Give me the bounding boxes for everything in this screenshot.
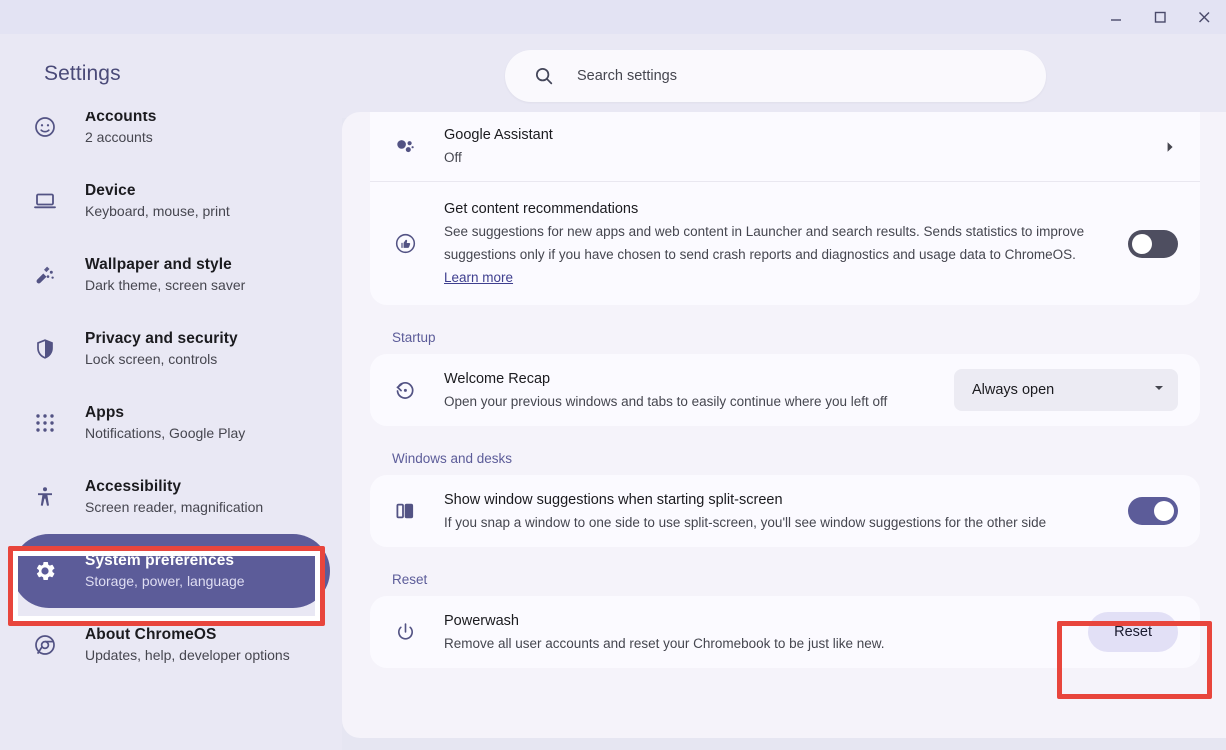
card-windows-and-desks: Show window suggestions when starting sp… — [370, 475, 1200, 547]
sidebar-item-label: Privacy and security — [85, 330, 238, 347]
wallpaper-brush-icon — [30, 263, 60, 287]
sidebar-item-system-preferences[interactable]: System preferences Storage, power, langu… — [12, 534, 330, 608]
main-content: Google Assistant Off Get content recomme… — [342, 112, 1226, 738]
toggle-knob — [1132, 233, 1152, 254]
sidebar-item-label: Device — [85, 182, 136, 199]
search-input[interactable]: Search settings — [505, 50, 1046, 102]
search-placeholder: Search settings — [577, 68, 677, 84]
row-title: Show window suggestions when starting sp… — [444, 491, 783, 508]
account-circle-icon — [30, 115, 60, 139]
welcome-recap-dropdown[interactable]: Always open — [954, 369, 1178, 411]
row-subtitle: Off — [444, 150, 462, 165]
split-screen-toggle[interactable] — [1128, 497, 1178, 525]
row-subtitle: If you snap a window to one side to use … — [444, 514, 1047, 530]
sidebar-item-accessibility[interactable]: Accessibility Screen reader, magnificati… — [12, 460, 330, 534]
section-label-reset: Reset — [392, 572, 428, 587]
laptop-icon — [30, 189, 60, 213]
sidebar-item-label: Accessibility — [85, 478, 182, 495]
row-title: Powerwash — [444, 612, 519, 629]
row-title: Welcome Recap — [444, 370, 551, 387]
page-title: Settings — [44, 62, 121, 85]
sidebar-item-label: Apps — [85, 404, 125, 421]
assistant-dots-icon — [388, 135, 422, 159]
sidebar-item-about-chromeos[interactable]: About ChromeOS Updates, help, developer … — [12, 608, 330, 682]
row-welcome-recap[interactable]: Welcome Recap Open your previous windows… — [370, 354, 1200, 426]
row-powerwash[interactable]: Powerwash Remove all user accounts and r… — [370, 596, 1200, 668]
card-startup: Welcome Recap Open your previous windows… — [370, 354, 1200, 426]
sidebar-item-privacy-and-security[interactable]: Privacy and security Lock screen, contro… — [12, 312, 330, 386]
sidebar-item-label: Wallpaper and style — [85, 256, 232, 273]
row-subtitle-text: See suggestions for new apps and web con… — [444, 224, 1085, 262]
sidebar-item-sublabel: Dark theme, screen saver — [85, 277, 246, 293]
sidebar-item-sublabel: Storage, power, language — [85, 573, 245, 589]
sidebar-item-device[interactable]: Device Keyboard, mouse, print — [12, 164, 330, 238]
thumb-up-circle-icon — [388, 232, 422, 255]
restore-history-icon — [388, 378, 422, 402]
content-scroll-area[interactable]: Google Assistant Off Get content recomme… — [342, 112, 1226, 738]
dropdown-selected-value: Always open — [972, 382, 1055, 398]
chevron-right-icon[interactable] — [1162, 139, 1178, 155]
learn-more-link[interactable]: Learn more — [444, 270, 513, 285]
sidebar-item-sublabel: Notifications, Google Play — [85, 425, 246, 441]
close-button[interactable] — [1182, 0, 1226, 34]
toggle-knob — [1154, 501, 1174, 521]
card-assistant-group: Google Assistant Off Get content recomme… — [370, 112, 1200, 305]
row-title: Google Assistant — [444, 127, 553, 143]
sidebar-item-sublabel: Keyboard, mouse, print — [85, 203, 230, 219]
row-subtitle: Remove all user accounts and reset your … — [444, 635, 885, 651]
power-icon — [388, 621, 422, 644]
sidebar-item-apps[interactable]: Apps Notifications, Google Play — [12, 386, 330, 460]
search-icon — [533, 65, 555, 87]
sidebar-item-sublabel: Screen reader, magnification — [85, 499, 264, 515]
split-screen-icon — [388, 500, 422, 522]
section-label-startup: Startup — [392, 330, 436, 345]
row-split-screen-suggestions[interactable]: Show window suggestions when starting sp… — [370, 475, 1200, 547]
apps-grid-icon — [30, 412, 60, 434]
row-subtitle: See suggestions for new apps and web con… — [444, 224, 1084, 285]
card-reset: Powerwash Remove all user accounts and r… — [370, 596, 1200, 668]
sidebar-item-label: Accounts — [85, 112, 157, 125]
chevron-down-icon — [1152, 381, 1166, 400]
sidebar-item-label: About ChromeOS — [85, 626, 217, 643]
powerwash-reset-button[interactable]: Reset — [1088, 612, 1178, 652]
chrome-icon — [30, 633, 60, 657]
content-recommendations-toggle[interactable] — [1128, 229, 1178, 258]
sidebar-item-accounts[interactable]: Accounts 2 accounts — [12, 112, 330, 164]
sidebar: Accounts 2 accounts Device Keyboard, mou… — [0, 112, 342, 750]
minimize-button[interactable] — [1094, 0, 1138, 34]
row-subtitle: Open your previous windows and tabs to e… — [444, 393, 888, 409]
maximize-button[interactable] — [1138, 0, 1182, 34]
row-google-assistant[interactable]: Google Assistant Off — [370, 112, 1200, 181]
sidebar-item-sublabel: 2 accounts — [85, 129, 153, 145]
sidebar-item-wallpaper-and-style[interactable]: Wallpaper and style Dark theme, screen s… — [12, 238, 330, 312]
title-bar — [0, 0, 1226, 34]
sidebar-item-sublabel: Updates, help, developer options — [85, 647, 290, 663]
accessibility-icon — [30, 485, 60, 509]
settings-window: Settings Search settings Accounts 2 acco… — [0, 0, 1226, 750]
section-label-windows-and-desks: Windows and desks — [392, 451, 513, 466]
window-bottom-strip — [342, 738, 1226, 750]
sidebar-item-sublabel: Lock screen, controls — [85, 351, 218, 367]
row-title: Get content recommendations — [444, 201, 639, 217]
shield-icon — [30, 337, 60, 361]
gear-icon — [30, 559, 60, 583]
row-content-recommendations[interactable]: Get content recommendations See suggesti… — [370, 181, 1200, 305]
sidebar-item-label: System preferences — [85, 552, 235, 569]
